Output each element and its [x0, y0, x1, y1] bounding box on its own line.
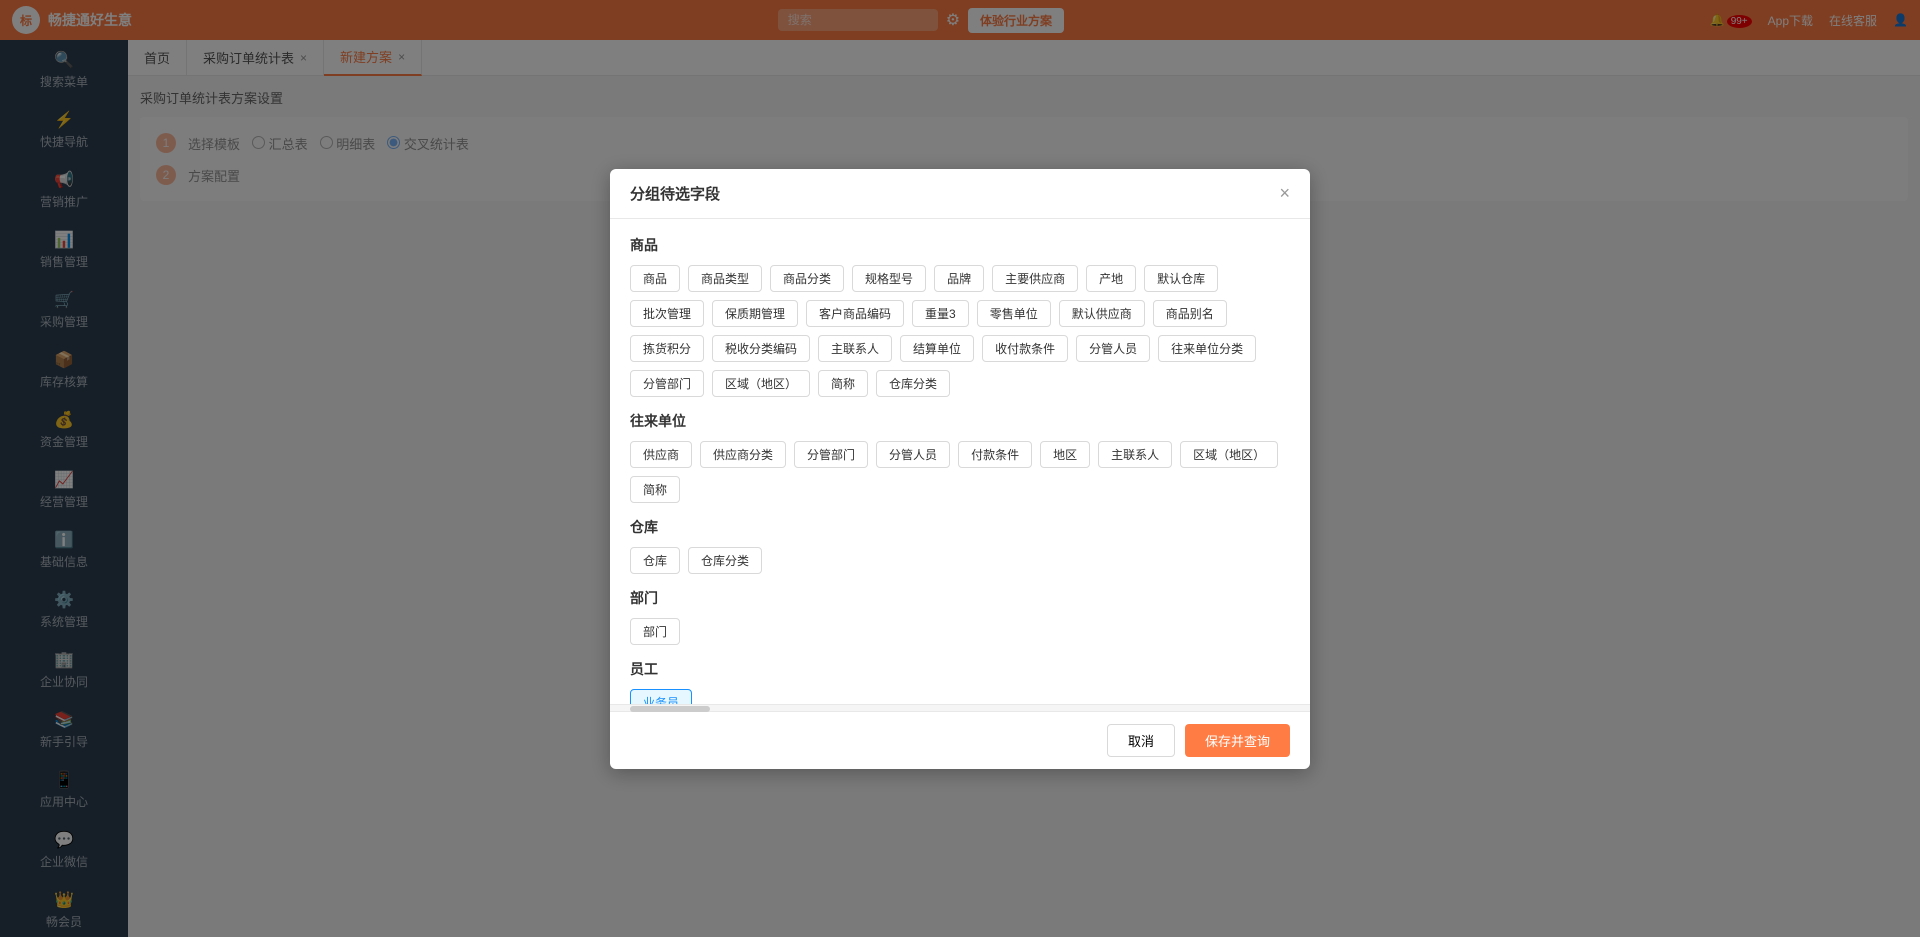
tag-tax-code[interactable]: 税收分类编码	[712, 335, 810, 362]
tag-settlement-unit[interactable]: 结算单位	[900, 335, 974, 362]
tag-warehouse[interactable]: 仓库	[630, 547, 680, 574]
tag-short-name[interactable]: 简称	[818, 370, 868, 397]
tag-salesperson[interactable]: 业务员	[630, 689, 692, 705]
section-warehouse-tags: 仓库 仓库分类	[630, 547, 1290, 574]
tag-customer-code[interactable]: 客户商品编码	[806, 300, 904, 327]
section-dept-title: 部门	[630, 588, 1290, 608]
tag-manager[interactable]: 分管人员	[1076, 335, 1150, 362]
tag-wh-category[interactable]: 仓库分类	[688, 547, 762, 574]
tag-default-supplier[interactable]: 默认供应商	[1059, 300, 1145, 327]
tag-region[interactable]: 区域（地区）	[712, 370, 810, 397]
cancel-button[interactable]: 取消	[1107, 724, 1175, 757]
tag-supplier-category[interactable]: 供应商分类	[700, 441, 786, 468]
tag-batch-manage[interactable]: 批次管理	[630, 300, 704, 327]
section-goods-tags: 商品 商品类型 商品分类 规格型号 品牌 主要供应商 产地 默认仓库 批次管理 …	[630, 265, 1290, 397]
tag-pick-score[interactable]: 拣货积分	[630, 335, 704, 362]
tag-department[interactable]: 部门	[630, 618, 680, 645]
tag-payment-terms[interactable]: 收付款条件	[982, 335, 1068, 362]
tag-payment-cond[interactable]: 付款条件	[958, 441, 1032, 468]
tag-dept[interactable]: 分管部门	[630, 370, 704, 397]
dialog-overlay: 分组待选字段 × 商品 商品 商品类型 商品分类 规格型号 品牌 主要供应商 产…	[0, 0, 1920, 937]
tag-brand[interactable]: 品牌	[934, 265, 984, 292]
section-partner-title: 往来单位	[630, 411, 1290, 431]
dialog-body[interactable]: 商品 商品 商品类型 商品分类 规格型号 品牌 主要供应商 产地 默认仓库 批次…	[610, 219, 1310, 705]
tag-spec-model[interactable]: 规格型号	[852, 265, 926, 292]
group-field-dialog: 分组待选字段 × 商品 商品 商品类型 商品分类 规格型号 品牌 主要供应商 产…	[610, 169, 1310, 769]
tag-main-supplier[interactable]: 主要供应商	[992, 265, 1078, 292]
tag-weight3[interactable]: 重量3	[912, 300, 969, 327]
section-goods-title: 商品	[630, 235, 1290, 255]
tag-partner-manager[interactable]: 分管人员	[876, 441, 950, 468]
tag-warehouse-category[interactable]: 仓库分类	[876, 370, 950, 397]
section-dept-tags: 部门	[630, 618, 1290, 645]
dialog-hscrollbar[interactable]	[610, 704, 1310, 710]
tag-goods[interactable]: 商品	[630, 265, 680, 292]
tag-partner-contact[interactable]: 主联系人	[1098, 441, 1172, 468]
tag-main-contact[interactable]: 主联系人	[818, 335, 892, 362]
tag-goods-category[interactable]: 商品分类	[770, 265, 844, 292]
tag-partner-region[interactable]: 区域（地区）	[1180, 441, 1278, 468]
confirm-button[interactable]: 保存并查询	[1185, 724, 1290, 757]
dialog-header: 分组待选字段 ×	[610, 169, 1310, 219]
tag-retail-unit[interactable]: 零售单位	[977, 300, 1051, 327]
dialog-footer: 取消 保存并查询	[610, 711, 1310, 769]
dialog-title: 分组待选字段	[630, 183, 720, 204]
tag-goods-type[interactable]: 商品类型	[688, 265, 762, 292]
tag-area[interactable]: 地区	[1040, 441, 1090, 468]
section-employee-title: 员工	[630, 659, 1290, 679]
tag-partner-short[interactable]: 简称	[630, 476, 680, 503]
section-warehouse-title: 仓库	[630, 517, 1290, 537]
tag-shelf-life[interactable]: 保质期管理	[712, 300, 798, 327]
tag-default-warehouse[interactable]: 默认仓库	[1144, 265, 1218, 292]
dialog-close-button[interactable]: ×	[1279, 183, 1290, 204]
tag-origin[interactable]: 产地	[1086, 265, 1136, 292]
section-employee-tags: 业务员	[630, 689, 1290, 705]
tag-partner-dept[interactable]: 分管部门	[794, 441, 868, 468]
section-partner-tags: 供应商 供应商分类 分管部门 分管人员 付款条件 地区 主联系人 区域（地区） …	[630, 441, 1290, 503]
dialog-hscrollbar-thumb[interactable]	[630, 706, 710, 712]
tag-partner-category[interactable]: 往来单位分类	[1158, 335, 1256, 362]
tag-supplier[interactable]: 供应商	[630, 441, 692, 468]
tag-goods-alias[interactable]: 商品别名	[1153, 300, 1227, 327]
